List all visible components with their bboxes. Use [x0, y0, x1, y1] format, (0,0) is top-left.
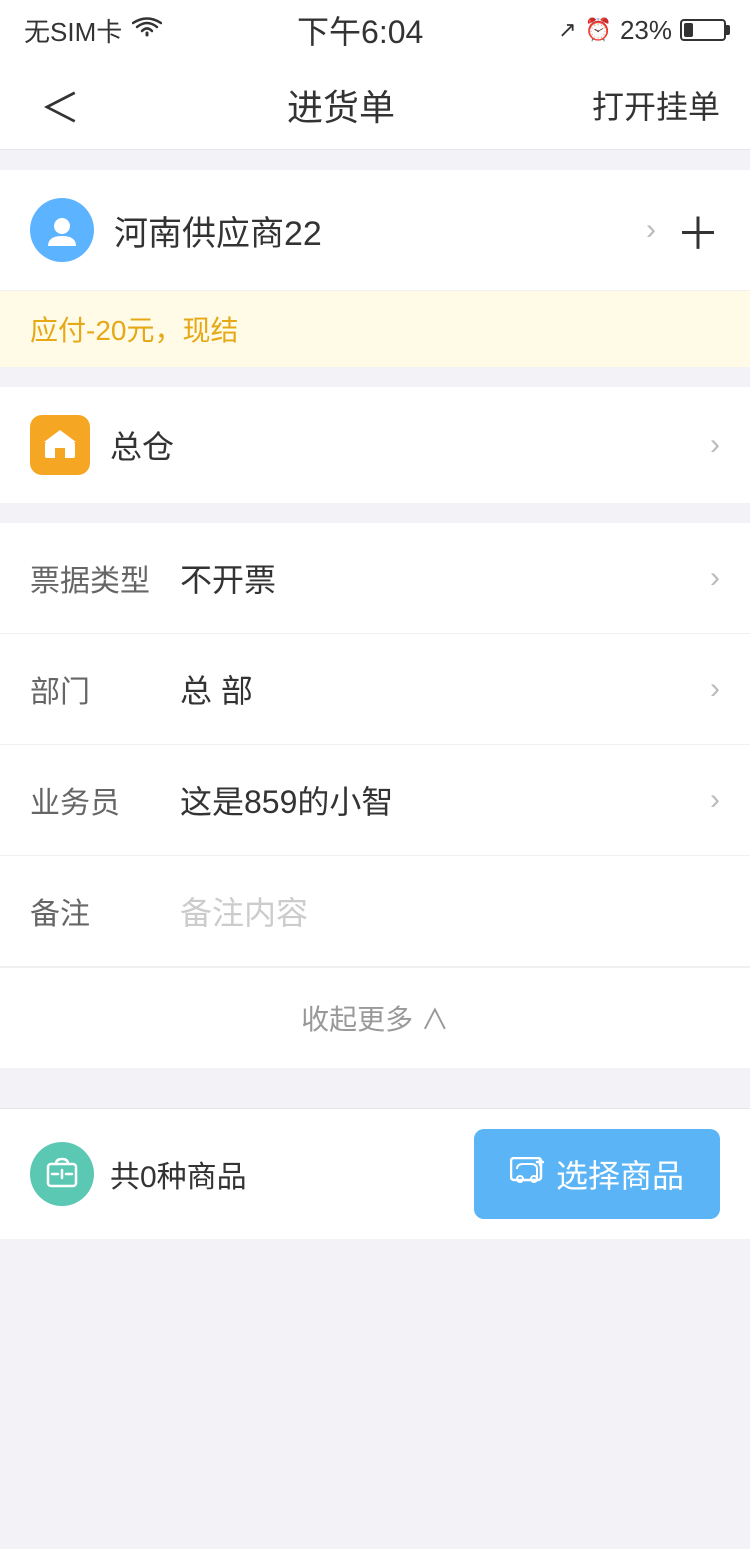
select-product-button[interactable]: 选择商品: [474, 1129, 720, 1219]
remark-input[interactable]: 备注内容: [180, 888, 720, 934]
department-label: 部门: [30, 667, 150, 711]
status-right: ↗ ⏰ 23%: [558, 15, 726, 46]
department-row[interactable]: 部门 总 部 ›: [0, 634, 750, 745]
battery-icon: [680, 19, 726, 41]
product-count-text: 共0种商品: [110, 1152, 247, 1196]
status-left: 无SIM卡: [24, 12, 162, 49]
fields-section: 票据类型 不开票 › 部门 总 部 › 业务员 这是859的小智 › 备注 备注…: [0, 523, 750, 1068]
warehouse-chevron-icon: ›: [710, 428, 720, 462]
salesperson-chevron-icon: ›: [710, 783, 720, 817]
add-supplier-button[interactable]: ＋: [676, 198, 720, 262]
time-display: 下午6:04: [297, 7, 423, 53]
divider-1: [0, 150, 750, 170]
nav-bar: ＜ 进货单 打开挂单: [0, 60, 750, 150]
supplier-section: 河南供应商22 › ＋ 应付-20元，现结: [0, 170, 750, 367]
salesperson-value: 这是859的小智: [180, 777, 710, 823]
supplier-row[interactable]: 河南供应商22 › ＋: [0, 170, 750, 291]
open-pending-button[interactable]: 打开挂单: [592, 82, 720, 128]
collapse-label: 收起更多 ∧: [301, 998, 449, 1038]
background-fill: [0, 1239, 750, 1549]
salesperson-row[interactable]: 业务员 这是859的小智 ›: [0, 745, 750, 856]
alarm-icon: ⏰: [585, 17, 612, 43]
warehouse-section: 总仓 ›: [0, 387, 750, 503]
product-icon: [30, 1142, 94, 1206]
supplier-avatar: [30, 198, 94, 262]
invoice-type-value: 不开票: [180, 555, 710, 601]
collapse-button[interactable]: 收起更多 ∧: [0, 967, 750, 1068]
warehouse-name: 总仓: [110, 422, 710, 468]
page-title: 进货单: [287, 79, 395, 131]
remark-row[interactable]: 备注 备注内容: [0, 856, 750, 967]
divider-2: [0, 367, 750, 387]
warehouse-row[interactable]: 总仓 ›: [0, 387, 750, 503]
wifi-icon: [132, 15, 162, 46]
notice-text: 应付-20元，现结: [30, 315, 238, 346]
select-product-icon: [510, 1156, 544, 1193]
warehouse-icon: [30, 415, 90, 475]
product-count-area: 共0种商品: [30, 1142, 247, 1206]
back-button[interactable]: ＜: [30, 66, 90, 144]
select-product-label: 选择商品: [556, 1151, 684, 1197]
remark-label: 备注: [30, 889, 150, 933]
status-bar: 无SIM卡 下午6:04 ↗ ⏰ 23%: [0, 0, 750, 60]
supplier-chevron-icon: ›: [646, 213, 656, 247]
invoice-type-chevron-icon: ›: [710, 561, 720, 595]
salesperson-label: 业务员: [30, 778, 150, 822]
location-icon: ↗: [558, 17, 576, 43]
bottom-bar: 共0种商品 选择商品: [0, 1108, 750, 1239]
divider-3: [0, 503, 750, 523]
carrier-text: 无SIM卡: [24, 12, 122, 49]
department-chevron-icon: ›: [710, 672, 720, 706]
battery-percentage: 23%: [620, 15, 672, 46]
notice-bar: 应付-20元，现结: [0, 291, 750, 367]
divider-4: [0, 1068, 750, 1088]
supplier-name: 河南供应商22: [114, 206, 646, 255]
invoice-type-row[interactable]: 票据类型 不开票 ›: [0, 523, 750, 634]
invoice-type-label: 票据类型: [30, 556, 150, 600]
department-value: 总 部: [180, 666, 710, 712]
